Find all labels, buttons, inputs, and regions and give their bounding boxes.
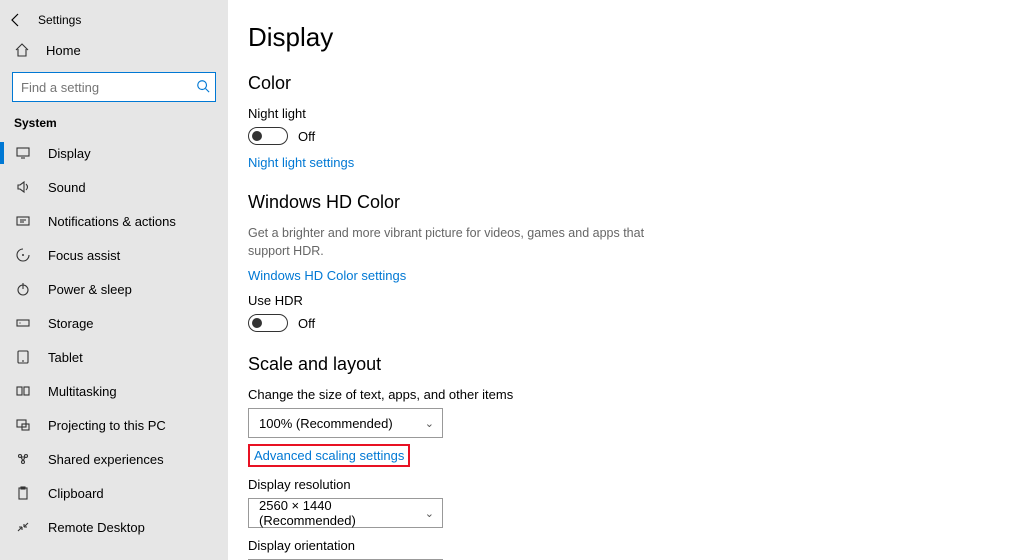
field-label: Change the size of text, apps, and other… [248,387,1024,402]
chevron-down-icon: ⌄ [425,507,434,520]
sidebar-item-remote-desktop[interactable]: Remote Desktop [0,510,228,544]
field-label: Display resolution [248,477,1024,492]
sidebar-item-power-sleep[interactable]: Power & sleep [0,272,228,306]
sidebar-item-display[interactable]: Display [0,136,228,170]
sidebar-item-label: Remote Desktop [48,520,145,535]
display-icon [14,145,32,161]
text-size-select[interactable]: 100% (Recommended) ⌄ [248,408,443,438]
page-title: Display [248,22,1024,53]
home-icon [14,42,30,58]
sidebar: Settings Home System Display Sound Notific… [0,0,228,560]
sound-icon [14,179,32,195]
section-desc: Get a brighter and more vibrant picture … [248,225,668,260]
section-heading: Scale and layout [248,354,1024,375]
sidebar-item-label: Display [48,146,91,161]
home-label: Home [46,43,81,58]
sidebar-item-shared-experiences[interactable]: Shared experiences [0,442,228,476]
sidebar-item-notifications-actions[interactable]: Notifications & actions [0,204,228,238]
select-value: 100% (Recommended) [259,416,393,431]
section-heading: Color [248,73,1024,94]
main-content: Display Color Night light Off Night ligh… [228,0,1024,560]
sidebar-item-focus-assist[interactable]: Focus assist [0,238,228,272]
section-color: Color Night light Off Night light settin… [248,73,1024,170]
sidebar-item-label: Multitasking [48,384,117,399]
nightlight-toggle[interactable] [248,127,288,145]
select-value: 2560 × 1440 (Recommended) [259,498,425,528]
nightlight-settings-link[interactable]: Night light settings [248,155,354,170]
sidebar-item-label: Storage [48,316,94,331]
shared-icon [14,451,32,467]
search-icon [196,79,210,93]
multitasking-icon [14,383,32,399]
sidebar-item-label: Projecting to this PC [48,418,166,433]
field-label: Use HDR [248,293,1024,308]
search-input[interactable] [12,72,216,102]
section-scale: Scale and layout Change the size of text… [248,354,1024,560]
sidebar-item-label: Tablet [48,350,83,365]
sidebar-item-label: Notifications & actions [48,214,176,229]
field-label: Night light [248,106,1024,121]
sidebar-item-tablet[interactable]: Tablet [0,340,228,374]
field-label: Display orientation [248,538,1024,553]
sidebar-item-label: Sound [48,180,86,195]
sidebar-item-label: Clipboard [48,486,104,501]
project-icon [14,417,32,433]
usehdr-toggle[interactable] [248,314,288,332]
sidebar-item-multitasking[interactable]: Multitasking [0,374,228,408]
window-title: Settings [38,13,81,27]
clipboard-icon [14,485,32,501]
sidebar-item-storage[interactable]: Storage [0,306,228,340]
sidebar-item-projecting-to-this-pc[interactable]: Projecting to this PC [0,408,228,442]
home-button[interactable]: Home [0,34,228,66]
chevron-down-icon: ⌄ [425,417,434,430]
group-header: System [0,112,228,136]
remote-icon [14,519,32,535]
notifications-icon [14,213,32,229]
advanced-scaling-link[interactable]: Advanced scaling settings [248,444,410,467]
section-heading: Windows HD Color [248,192,1024,213]
back-button[interactable] [8,12,24,28]
toggle-state: Off [298,129,315,144]
arrow-left-icon [8,12,24,28]
sidebar-item-label: Power & sleep [48,282,132,297]
power-icon [14,281,32,297]
tablet-icon [14,349,32,365]
hdcolor-settings-link[interactable]: Windows HD Color settings [248,268,406,283]
resolution-select[interactable]: 2560 × 1440 (Recommended) ⌄ [248,498,443,528]
focus-icon [14,247,32,263]
toggle-state: Off [298,316,315,331]
window-header: Settings [0,6,228,34]
sidebar-item-label: Focus assist [48,248,120,263]
sidebar-item-label: Shared experiences [48,452,164,467]
sidebar-item-clipboard[interactable]: Clipboard [0,476,228,510]
sidebar-item-sound[interactable]: Sound [0,170,228,204]
storage-icon [14,315,32,331]
section-hdcolor: Windows HD Color Get a brighter and more… [248,192,1024,332]
search-container [12,72,216,102]
